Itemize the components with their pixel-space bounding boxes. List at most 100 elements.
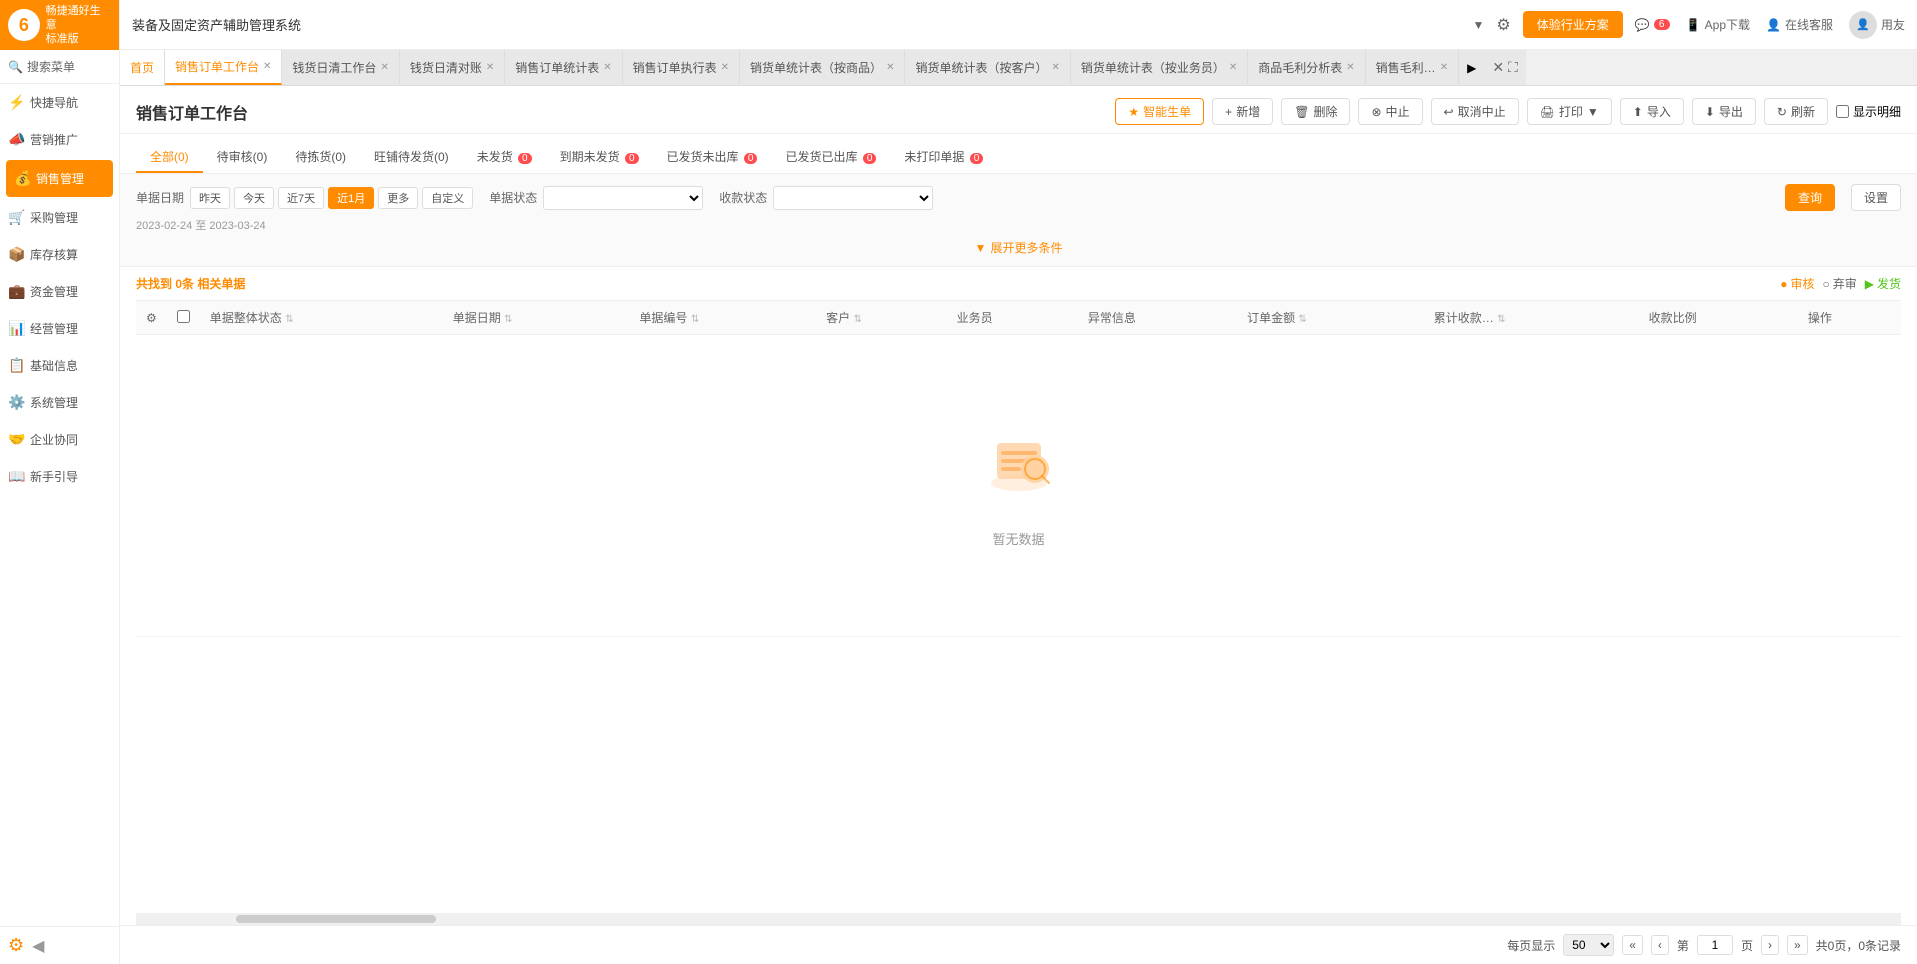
- tab-close-sales-goods[interactable]: ✕: [886, 62, 894, 73]
- th-ratio[interactable]: 收款比例: [1639, 301, 1798, 335]
- th-checkbox[interactable]: [167, 301, 200, 335]
- tab-sales-gross[interactable]: 销售毛利… ✕: [1366, 50, 1459, 85]
- expand-conditions-button[interactable]: ▼ 展开更多条件: [975, 239, 1063, 256]
- subtab-shipped-out[interactable]: 已发货已出库 0: [771, 142, 890, 173]
- tab-close-all[interactable]: ✕: [1492, 59, 1504, 76]
- horizontal-scrollbar[interactable]: [136, 913, 1901, 925]
- delete-button[interactable]: 🗑 删除: [1281, 98, 1350, 125]
- filter-date-7days[interactable]: 近7天: [278, 187, 324, 209]
- th-action[interactable]: 操作: [1798, 301, 1901, 335]
- sidebar-item-basic[interactable]: 📋 基础信息: [0, 347, 119, 384]
- subtab-pending-pick[interactable]: 待拣货(0): [281, 142, 360, 173]
- tab-close-sales-staff[interactable]: ✕: [1229, 62, 1237, 73]
- subtab-overdue-unshipped[interactable]: 到期未发货 0: [546, 142, 653, 173]
- settings-button[interactable]: 设置: [1851, 184, 1901, 211]
- refresh-button[interactable]: ↻ 刷新: [1764, 98, 1828, 125]
- filter-payment-select[interactable]: [773, 186, 933, 210]
- sidebar-item-inventory[interactable]: 📦 库存核算: [0, 236, 119, 273]
- th-number[interactable]: 单据编号: [629, 301, 816, 335]
- pause-button[interactable]: ⊗ 中止: [1358, 98, 1422, 125]
- tab-sales-order[interactable]: 销售订单工作台 ✕: [165, 50, 282, 85]
- add-button[interactable]: + 新增: [1212, 98, 1273, 125]
- th-collected[interactable]: 累计收款…: [1424, 301, 1639, 335]
- sidebar-item-purchase[interactable]: 🛒 采购管理: [0, 199, 119, 236]
- print-button[interactable]: 🖨 打印 ▼: [1527, 98, 1612, 125]
- tab-sales-staff[interactable]: 销货单统计表（按业务员） ✕: [1071, 50, 1248, 85]
- tab-more-button[interactable]: ▶: [1459, 50, 1484, 85]
- th-date[interactable]: 单据日期: [443, 301, 630, 335]
- sidebar-item-system[interactable]: ⚙️ 系统管理: [0, 384, 119, 421]
- prev-page-button[interactable]: ‹: [1651, 935, 1669, 955]
- sidebar-item-corp[interactable]: 🤝 企业协同: [0, 421, 119, 458]
- subtab-unprinted[interactable]: 未打印单据 0: [890, 142, 997, 173]
- tab-close-gross-profit[interactable]: ✕: [1346, 62, 1354, 73]
- user-item[interactable]: 👤 用友: [1849, 11, 1905, 39]
- tab-close-sales-stat[interactable]: ✕: [603, 62, 611, 73]
- sidebar-collapse-button[interactable]: ◀: [32, 936, 44, 956]
- online-service-item[interactable]: 👤 在线客服: [1766, 16, 1833, 33]
- sidebar-item-sales[interactable]: 💰 销售管理: [6, 160, 113, 197]
- tab-close-sales-customer[interactable]: ✕: [1051, 62, 1059, 73]
- tab-expand[interactable]: ⛶: [1508, 59, 1518, 76]
- topbar-dropdown-icon[interactable]: ▼: [1473, 18, 1485, 32]
- th-exception[interactable]: 异常信息: [1078, 301, 1237, 335]
- sidebar-item-finance[interactable]: 💼 资金管理: [0, 273, 119, 310]
- page-size-select[interactable]: 10 20 50 100: [1563, 934, 1614, 956]
- subtab-shipped-not-out[interactable]: 已发货未出库 0: [653, 142, 772, 173]
- tab-sales-goods[interactable]: 销货单统计表（按商品） ✕: [740, 50, 905, 85]
- sidebar-search[interactable]: 🔍 搜索菜单: [0, 50, 119, 84]
- filter-date-custom[interactable]: 自定义: [422, 187, 473, 209]
- page-number-input[interactable]: [1697, 935, 1733, 955]
- query-button[interactable]: 查询: [1785, 184, 1835, 211]
- th-settings[interactable]: ⚙: [136, 301, 167, 335]
- filter-date-today[interactable]: 今天: [234, 187, 274, 209]
- tab-gross-profit[interactable]: 商品毛利分析表 ✕: [1248, 50, 1365, 85]
- topbar-settings-icon[interactable]: ⚙: [1496, 15, 1510, 35]
- tab-sales-customer[interactable]: 销货单统计表（按客户） ✕: [905, 50, 1070, 85]
- app-download-item[interactable]: 📱 App下载: [1686, 16, 1750, 33]
- sidebar-item-quicknav[interactable]: ⚡ 快捷导航: [0, 84, 119, 121]
- filter-date-yesterday[interactable]: 昨天: [190, 187, 230, 209]
- import-button[interactable]: ⬆ 导入: [1620, 98, 1684, 125]
- show-detail-checkbox-label[interactable]: 显示明细: [1836, 103, 1901, 120]
- subtab-all[interactable]: 全部(0): [136, 142, 203, 173]
- filter-status-select[interactable]: [543, 186, 703, 210]
- next-page-button[interactable]: ›: [1761, 935, 1779, 955]
- subtab-wangpu-ship[interactable]: 旺铺待发货(0): [360, 142, 463, 173]
- subtab-pending-review[interactable]: 待审核(0): [203, 142, 282, 173]
- tab-close-cash-reconcile[interactable]: ✕: [486, 62, 494, 73]
- subtab-unshipped[interactable]: 未发货 0: [463, 142, 546, 173]
- scroll-thumb[interactable]: [236, 915, 436, 923]
- tab-cash-clear[interactable]: 钱货日清工作台 ✕: [282, 50, 399, 85]
- sidebar-item-guide[interactable]: 📖 新手引导: [0, 458, 119, 495]
- first-page-button[interactable]: «: [1622, 935, 1643, 955]
- filter-date-1month[interactable]: 近1月: [328, 187, 374, 209]
- th-customer[interactable]: 客户: [816, 301, 947, 335]
- th-salesman[interactable]: 业务员: [947, 301, 1078, 335]
- select-all-checkbox[interactable]: [177, 310, 190, 323]
- trial-button[interactable]: 体验行业方案: [1523, 11, 1623, 38]
- th-amount[interactable]: 订单金额: [1237, 301, 1424, 335]
- cancel-pause-button[interactable]: ↩ 取消中止: [1431, 98, 1519, 125]
- tab-sales-exec[interactable]: 销售订单执行表 ✕: [623, 50, 740, 85]
- tab-sales-stat[interactable]: 销售订单统计表 ✕: [505, 50, 622, 85]
- tab-close-sales-exec[interactable]: ✕: [721, 62, 729, 73]
- filter-date-more[interactable]: 更多: [378, 187, 418, 209]
- revoke-button[interactable]: ○ 弃审: [1822, 275, 1856, 292]
- audit-button[interactable]: ● 审核: [1780, 275, 1814, 292]
- tab-close-sales-gross[interactable]: ✕: [1440, 62, 1448, 73]
- tab-home[interactable]: 首页: [120, 50, 165, 85]
- last-page-button[interactable]: »: [1787, 935, 1808, 955]
- show-detail-checkbox[interactable]: [1836, 105, 1849, 118]
- tab-close-sales-order[interactable]: ✕: [263, 61, 271, 72]
- th-status[interactable]: 单据整体状态: [200, 301, 443, 335]
- sidebar-item-operation[interactable]: 📊 经营管理: [0, 310, 119, 347]
- sidebar-settings-button[interactable]: ⚙: [8, 935, 24, 956]
- tab-cash-reconcile[interactable]: 钱货日清对账 ✕: [400, 50, 505, 85]
- tab-close-cash-clear[interactable]: ✕: [380, 62, 388, 73]
- message-icon-item[interactable]: 💬 6: [1635, 18, 1670, 32]
- ship-button[interactable]: ▶ 发货: [1865, 275, 1901, 292]
- sidebar-item-marketing[interactable]: 📣 营销推广: [0, 121, 119, 158]
- smart-create-button[interactable]: ★ 智能生单: [1115, 98, 1204, 125]
- export-button[interactable]: ⬇ 导出: [1692, 98, 1756, 125]
